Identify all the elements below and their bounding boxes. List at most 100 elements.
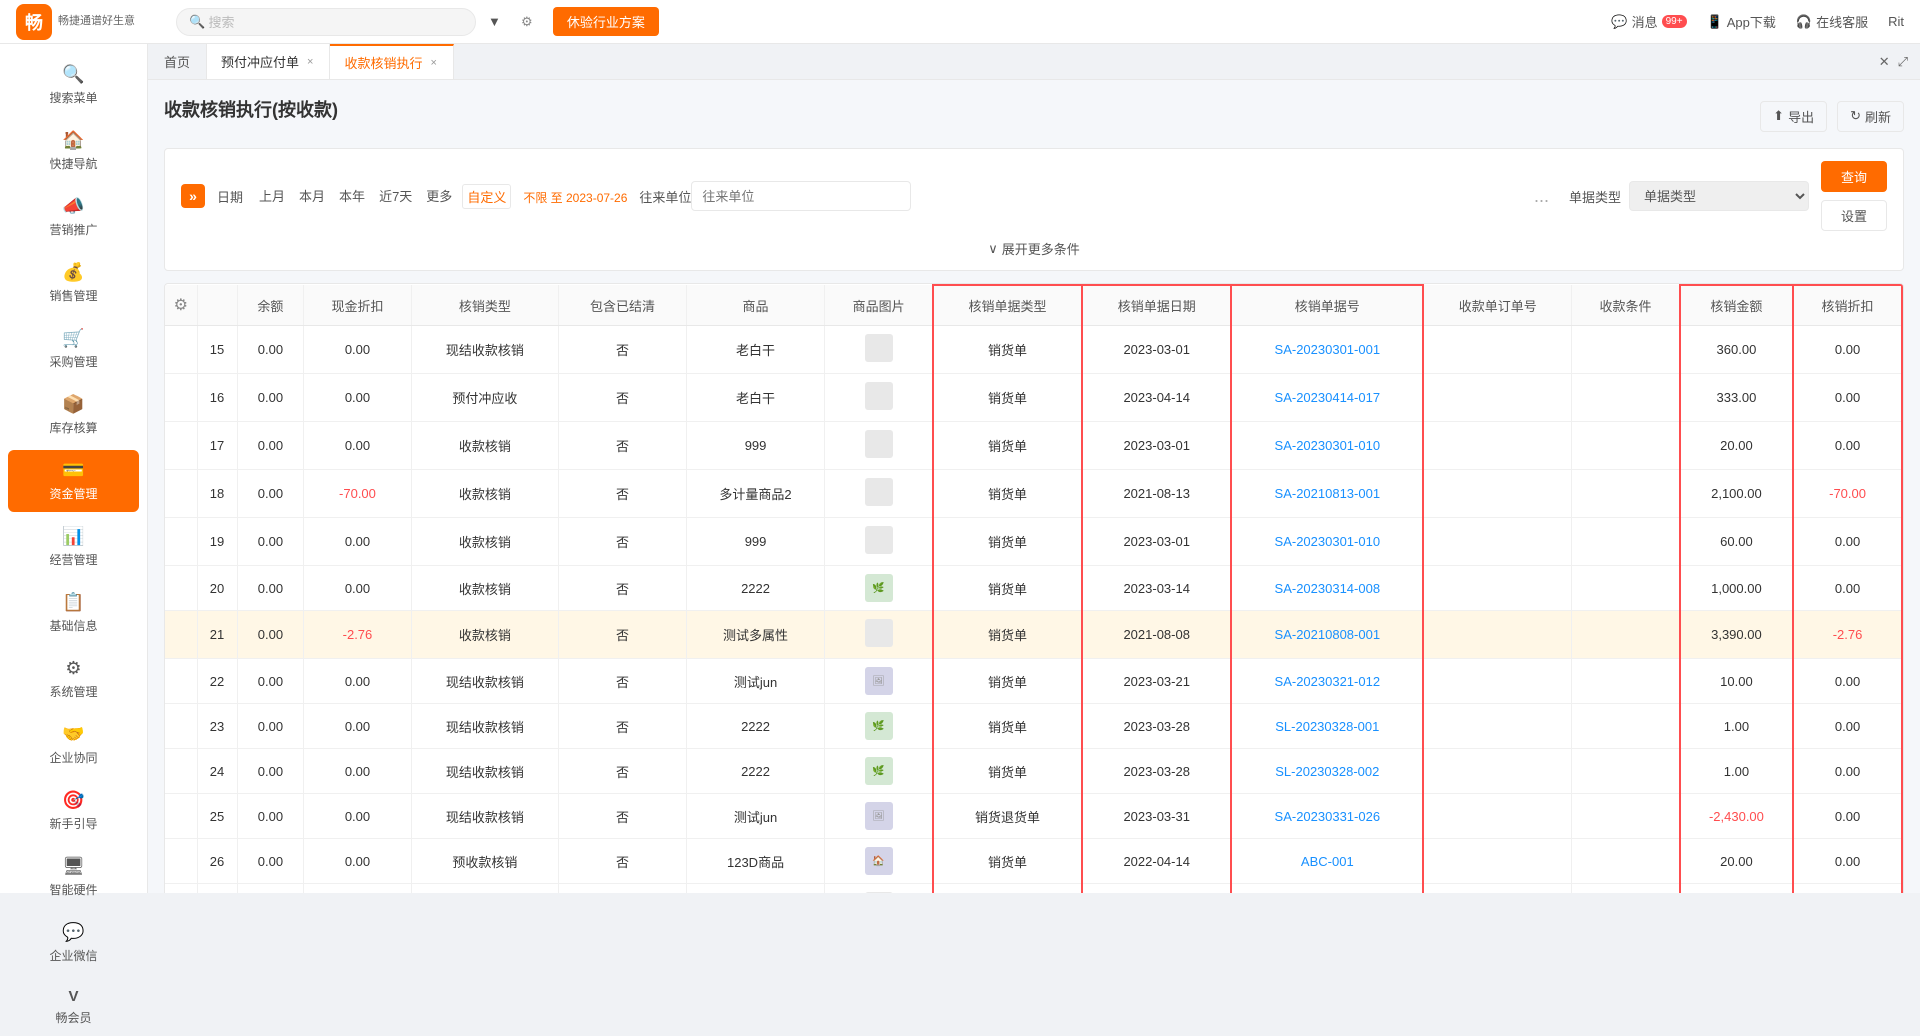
sidebar-item-newbie[interactable]: 🎯 新手引导	[8, 780, 139, 842]
row-verify-bill-type: 销货单	[933, 326, 1082, 374]
filter-this-year[interactable]: 本年	[335, 184, 369, 209]
industry-btn[interactable]: 休验行业方案	[553, 7, 659, 36]
gear-button[interactable]: ⚙	[513, 8, 541, 36]
sidebar-item-corp-wechat[interactable]: 💬 企业微信	[8, 912, 139, 974]
sidebar-item-label: 系统管理	[49, 683, 97, 700]
verify-bill-no-link[interactable]: SL-20230328-002	[1275, 764, 1379, 779]
row-receipt-order-no	[1423, 470, 1571, 518]
row-gear[interactable]	[165, 422, 197, 470]
verify-bill-no-link[interactable]: SA-20210808-001	[1275, 627, 1381, 642]
verify-bill-no-link[interactable]: SA-20230414-017	[1275, 390, 1381, 405]
row-gear[interactable]	[165, 374, 197, 422]
row-gear[interactable]	[165, 839, 197, 884]
col-gear[interactable]: ⚙	[165, 285, 197, 326]
maximize-icon[interactable]: ⤢	[1898, 54, 1908, 70]
expand-more-button[interactable]: ∨ 展开更多条件	[988, 239, 1080, 258]
row-verify-amount: 2,100.00	[1680, 470, 1793, 518]
row-cash-discount: 0.00	[304, 749, 411, 794]
col-cash-discount: 现金折扣	[304, 285, 411, 326]
verify-bill-no-link[interactable]: ABC-001	[1301, 854, 1354, 869]
row-balance: 0.00	[237, 704, 304, 749]
tab-prepay[interactable]: 预付冲应付单 ×	[207, 44, 330, 79]
newbie-icon: 🎯	[62, 790, 84, 811]
sidebar-item-operation[interactable]: 📊 经营管理	[8, 516, 139, 578]
row-verify-bill-no: SA-20230301-010	[1231, 422, 1423, 470]
row-included-cleared: 否	[559, 518, 686, 566]
verify-bill-no-link[interactable]: SA-20230314-008	[1275, 581, 1381, 596]
sidebar-item-marketing[interactable]: 📣 营销推广	[8, 186, 139, 248]
filter-7days[interactable]: 近7天	[375, 184, 416, 209]
tab-prepay-close[interactable]: ×	[305, 56, 315, 68]
refresh-icon: ↻	[1850, 108, 1861, 124]
tab-home[interactable]: 首页	[148, 44, 207, 79]
filter-last-month[interactable]: 上月	[255, 184, 289, 209]
row-gear[interactable]	[165, 884, 197, 894]
row-included-cleared: 否	[559, 326, 686, 374]
refresh-button[interactable]: ↻ 刷新	[1837, 101, 1904, 132]
tab-collection[interactable]: 收款核销执行 ×	[330, 44, 453, 79]
filter-this-month[interactable]: 本月	[295, 184, 329, 209]
online-service-btn[interactable]: 🎧 在线客服	[1796, 12, 1868, 31]
row-gear[interactable]	[165, 659, 197, 704]
close-window-icon[interactable]: ✕	[1879, 54, 1890, 70]
setting-button[interactable]: 设置	[1821, 200, 1887, 231]
verify-bill-no-link[interactable]: SA-20230321-012	[1275, 674, 1381, 689]
row-seq: 16	[197, 374, 237, 422]
sidebar-item-finance[interactable]: 💳 资金管理	[8, 450, 139, 512]
row-gear[interactable]	[165, 749, 197, 794]
row-seq: 25	[197, 794, 237, 839]
verify-bill-no-link[interactable]: SA-20230301-010	[1275, 438, 1381, 453]
verify-bill-no-link[interactable]: SA-20230301-001	[1275, 342, 1381, 357]
top-search[interactable]: 🔍 搜索	[176, 8, 476, 36]
filter-from-unit-input[interactable]	[691, 181, 911, 211]
row-verify-amount: 60.00	[1680, 518, 1793, 566]
row-verify-bill-date: 2021-08-13	[1082, 470, 1231, 518]
verify-bill-no-link[interactable]: SA-20230331-026	[1275, 809, 1381, 824]
sidebar-item-label: 资金管理	[49, 485, 97, 502]
app-download-btn[interactable]: 📱 App下载	[1707, 12, 1776, 31]
sidebar-item-sys-mgmt[interactable]: ⚙ 系统管理	[8, 648, 139, 710]
filter-more[interactable]: 更多	[422, 184, 456, 209]
row-gear[interactable]	[165, 794, 197, 839]
row-included-cleared: 否	[559, 839, 686, 884]
filter-custom[interactable]: 自定义	[462, 184, 511, 209]
row-receipt-order-no	[1423, 659, 1571, 704]
sidebar-item-inventory[interactable]: 📦 库存核算	[8, 384, 139, 446]
tab-collection-close[interactable]: ×	[428, 57, 438, 69]
row-goods-img	[825, 326, 933, 374]
filter-bill-type-select[interactable]: 单据类型	[1629, 181, 1809, 211]
sidebar-item-label: 新手引导	[49, 815, 97, 832]
tab-collection-label: 收款核销执行	[344, 53, 422, 72]
export-button[interactable]: ⬆ 导出	[1760, 101, 1827, 132]
sidebar-item-sales[interactable]: 💰 销售管理	[8, 252, 139, 314]
verify-bill-no-link[interactable]: SA-20230301-010	[1275, 534, 1381, 549]
row-gear[interactable]	[165, 704, 197, 749]
row-verify-discount: -70.00	[1793, 470, 1902, 518]
row-gear[interactable]	[165, 470, 197, 518]
sidebar-item-purchase[interactable]: 🛒 采购管理	[8, 318, 139, 380]
sidebar-item-quick-nav[interactable]: 🏠 快捷导航	[8, 120, 139, 182]
sidebar-item-corp-collab[interactable]: 🤝 企业协同	[8, 714, 139, 776]
row-balance: 0.00	[237, 566, 304, 611]
query-button[interactable]: 查询	[1821, 161, 1887, 192]
row-goods: 测试jun	[686, 659, 825, 704]
row-receipt-condition	[1572, 470, 1680, 518]
row-gear[interactable]	[165, 566, 197, 611]
row-gear[interactable]	[165, 611, 197, 659]
row-verify-bill-type: 销货退货单	[933, 794, 1082, 839]
sidebar-item-smart-hw[interactable]: 🖥 智能硬件	[8, 846, 139, 908]
row-goods: 多计量商品2	[686, 470, 825, 518]
message-btn[interactable]: 💬 消息 99+	[1611, 12, 1686, 31]
verify-bill-no-link[interactable]: SL-20230328-001	[1275, 719, 1379, 734]
sidebar-item-vip[interactable]: V 畅会员	[8, 978, 139, 1036]
dropdown-trigger[interactable]: ▼	[488, 14, 501, 29]
row-verify-type: 现结收款核销	[411, 794, 559, 839]
filter-expand-button[interactable]: »	[181, 184, 205, 208]
sidebar-item-base-info[interactable]: 📋 基础信息	[8, 582, 139, 644]
row-gear[interactable]	[165, 326, 197, 374]
row-verify-bill-date: 2023-04-14	[1082, 374, 1231, 422]
row-gear[interactable]	[165, 518, 197, 566]
verify-bill-no-link[interactable]: SA-20210813-001	[1275, 486, 1381, 501]
sidebar-item-search-menu[interactable]: 🔍 搜索菜单	[8, 54, 139, 116]
row-seq: 23	[197, 704, 237, 749]
